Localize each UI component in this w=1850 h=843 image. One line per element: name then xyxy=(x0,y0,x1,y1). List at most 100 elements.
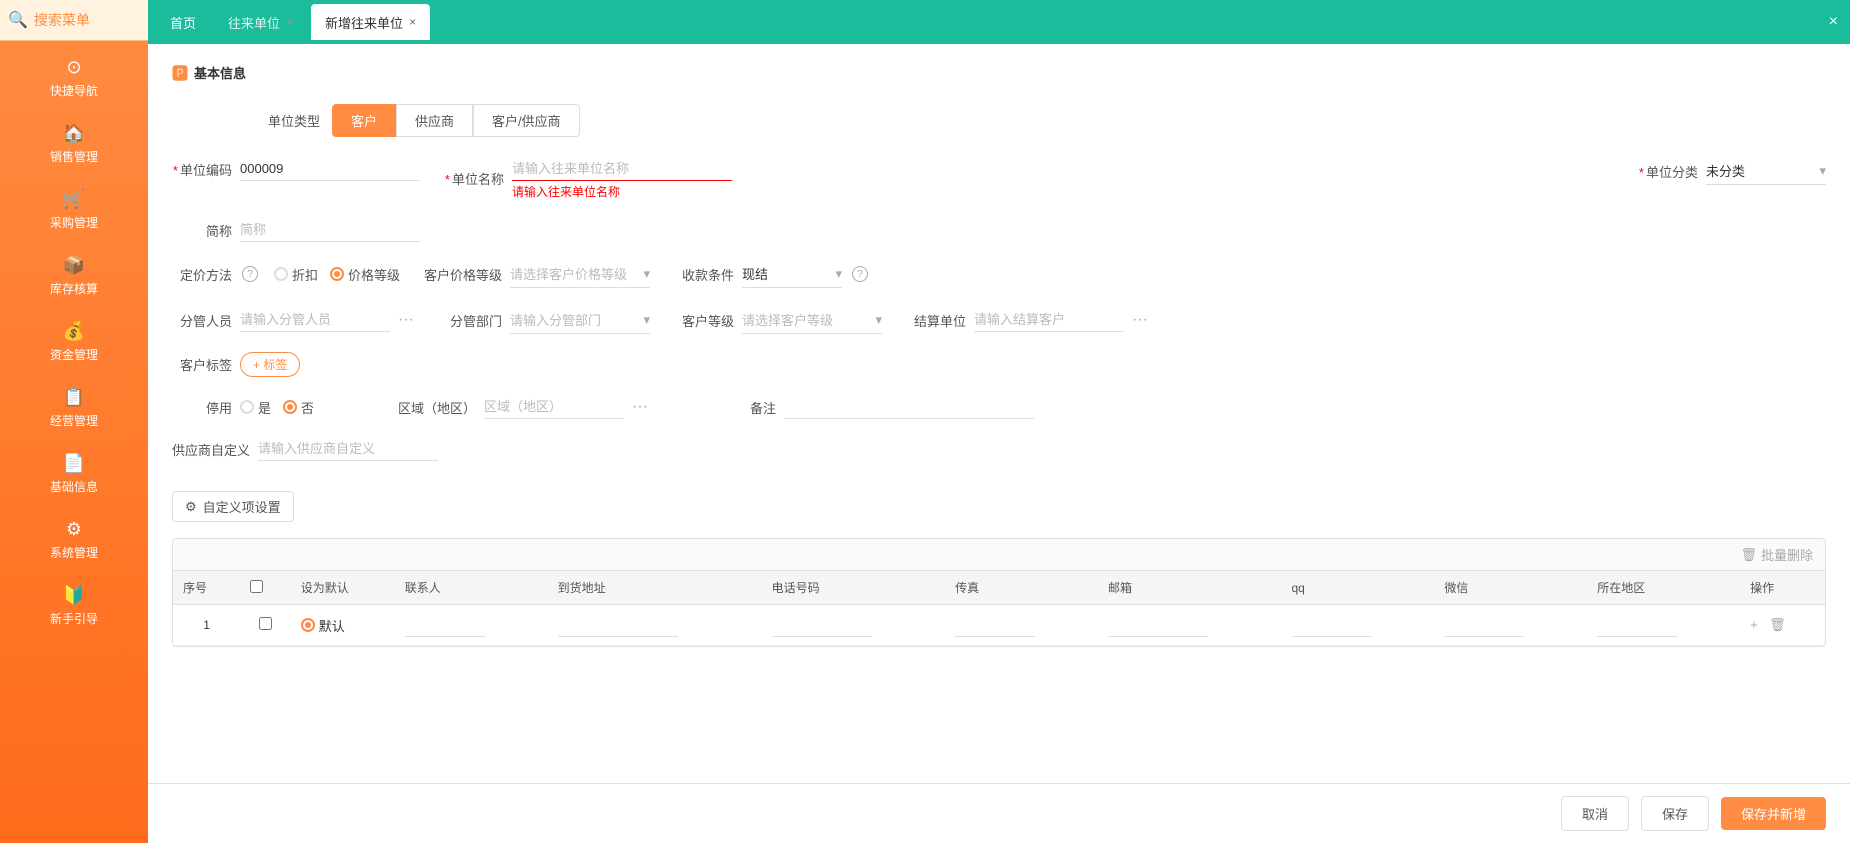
unit-code-input[interactable] xyxy=(240,157,420,181)
wechat-input[interactable] xyxy=(1444,613,1524,637)
disable-no-option[interactable]: 否 xyxy=(283,398,314,417)
sidebar-item-sales[interactable]: 🏠 销售管理 xyxy=(0,111,148,177)
close-all-tabs[interactable]: × xyxy=(1829,13,1838,31)
row-select-checkbox[interactable] xyxy=(259,617,272,630)
row-default-label: 默认 xyxy=(319,616,345,635)
col-wechat: 微信 xyxy=(1434,571,1587,605)
sidebar-item-system[interactable]: ⚙ 系统管理 xyxy=(0,507,148,573)
address-input[interactable] xyxy=(558,613,678,637)
row-address xyxy=(548,605,762,646)
manager-ellipsis[interactable]: ··· xyxy=(394,311,418,329)
department-placeholder[interactable]: 请输入分管部门 xyxy=(510,306,650,334)
pricing-grade-option[interactable]: 价格等级 xyxy=(330,265,400,284)
col-actions: 操作 xyxy=(1740,571,1825,605)
form-row-supplier-custom: 供应商自定义 xyxy=(172,437,1826,461)
email-input[interactable] xyxy=(1108,613,1208,637)
disable-no-radio[interactable] xyxy=(283,400,297,414)
phone-input[interactable] xyxy=(772,613,872,637)
save-new-button[interactable]: 保存并新增 xyxy=(1721,797,1826,830)
tab-home[interactable]: 首页 xyxy=(156,4,210,40)
unit-type-both[interactable]: 客户/供应商 xyxy=(473,104,580,137)
pricing-help-icon[interactable]: ? xyxy=(242,266,258,282)
sidebar-item-label: 系统管理 xyxy=(50,544,98,561)
field-supplier-custom: 供应商自定义 xyxy=(172,437,438,461)
sidebar-item-operations[interactable]: 📋 经营管理 xyxy=(0,375,148,441)
form-area: 🅿 基本信息 单位类型 客户 供应商 客户/供应商 单位编码 单位名称 请输入往… xyxy=(148,44,1850,783)
unit-name-input[interactable] xyxy=(512,157,732,181)
disable-yes-option[interactable]: 是 xyxy=(240,398,271,417)
unit-name-col: 请输入往来单位名称 xyxy=(512,157,732,200)
row-default-radio[interactable] xyxy=(301,618,315,632)
customer-price-level-placeholder[interactable]: 请选择客户价格等级 xyxy=(510,260,650,288)
sidebar-item-label: 基础信息 xyxy=(50,478,98,495)
short-name-label: 简称 xyxy=(172,221,232,240)
payment-terms-value[interactable]: 现结 xyxy=(742,260,842,288)
tab-counterpart[interactable]: 往来单位 × xyxy=(214,4,307,40)
delete-icon: 🗑 xyxy=(1740,547,1757,563)
row-actions: + 🗑 xyxy=(1740,605,1825,646)
settlement-input[interactable] xyxy=(974,308,1124,332)
region-ellipsis[interactable]: ··· xyxy=(628,398,652,416)
col-qq: qq xyxy=(1282,571,1435,605)
batch-delete-button[interactable]: 🗑 批量删除 xyxy=(1740,545,1813,564)
tab-new-counterpart[interactable]: 新增往来单位 × xyxy=(311,4,430,40)
location-input[interactable] xyxy=(1597,613,1677,637)
col-contact: 联系人 xyxy=(395,571,548,605)
form-row-disable: 停用 是 否 区域（地区） ··· xyxy=(172,395,1826,419)
sidebar-item-basic-info[interactable]: 📄 基础信息 xyxy=(0,441,148,507)
inventory-icon: 📦 xyxy=(63,255,85,276)
col-location: 所在地区 xyxy=(1587,571,1740,605)
unit-type-supplier[interactable]: 供应商 xyxy=(396,104,473,137)
search-menu-button[interactable]: 🔍 搜索菜单 xyxy=(0,0,148,41)
pricing-discount-option[interactable]: 折扣 xyxy=(274,265,318,284)
custom-settings-button[interactable]: ⚙ 自定义项设置 xyxy=(172,491,294,522)
field-settlement: 结算单位 ··· xyxy=(906,308,1152,332)
unit-category-value[interactable]: 未分类 xyxy=(1706,157,1826,185)
supplier-custom-input[interactable] xyxy=(258,437,438,461)
finance-icon: 💰 xyxy=(63,321,85,342)
contact-input[interactable] xyxy=(405,613,485,637)
settings-label: 自定义项设置 xyxy=(203,497,281,516)
unit-type-label: 单位类型 xyxy=(172,111,332,130)
disable-yes-radio[interactable] xyxy=(240,400,254,414)
purchase-icon: 🛒 xyxy=(63,189,85,210)
form-row-pricing: 定价方法 ? 折扣 价格等级 客户价格等级 请选择客户价格等级 xyxy=(172,260,1826,288)
pricing-discount-radio[interactable] xyxy=(274,267,288,281)
cancel-button[interactable]: 取消 xyxy=(1561,796,1629,831)
save-button[interactable]: 保存 xyxy=(1641,796,1709,831)
settlement-ellipsis[interactable]: ··· xyxy=(1128,311,1152,329)
add-row-icon[interactable]: + xyxy=(1750,617,1758,632)
sidebar-item-inventory[interactable]: 📦 库存核算 xyxy=(0,243,148,309)
field-manager: 分管人员 ··· xyxy=(172,308,418,332)
sales-icon: 🏠 xyxy=(63,123,85,144)
tab-counterpart-label: 往来单位 xyxy=(228,13,280,32)
pricing-grade-radio[interactable] xyxy=(330,267,344,281)
manager-input[interactable] xyxy=(240,308,390,332)
tab-counterpart-close[interactable]: × xyxy=(286,15,293,29)
delete-row-icon[interactable]: 🗑 xyxy=(1769,617,1786,632)
remark-input[interactable] xyxy=(784,395,1034,419)
payment-terms-help-icon[interactable]: ? xyxy=(852,266,868,282)
qq-input[interactable] xyxy=(1292,613,1372,637)
region-input[interactable] xyxy=(484,395,624,419)
unit-type-customer[interactable]: 客户 xyxy=(332,104,396,137)
basic-info-icon: 📄 xyxy=(63,453,85,474)
fax-input[interactable] xyxy=(955,613,1035,637)
form-row-tags: 客户标签 + 标签 xyxy=(172,352,1826,377)
field-unit-code: 单位编码 xyxy=(172,157,420,181)
sidebar-item-quick-nav[interactable]: ⊙ 快捷导航 xyxy=(0,45,148,111)
customer-level-placeholder[interactable]: 请选择客户等级 xyxy=(742,306,882,334)
short-name-input[interactable] xyxy=(240,218,420,242)
region-label: 区域（地区） xyxy=(398,398,476,417)
tab-new-counterpart-close[interactable]: × xyxy=(409,15,416,29)
settlement-input-wrapper: ··· xyxy=(974,308,1152,332)
field-unit-name: 单位名称 请输入往来单位名称 xyxy=(444,157,1614,200)
sidebar-item-purchase[interactable]: 🛒 采购管理 xyxy=(0,177,148,243)
select-all-checkbox[interactable] xyxy=(250,580,263,593)
unit-category-label: 单位分类 xyxy=(1638,162,1698,181)
tab-home-label: 首页 xyxy=(170,13,196,32)
sidebar-item-label: 采购管理 xyxy=(50,214,98,231)
sidebar-item-guide[interactable]: 🔰 新手引导 xyxy=(0,573,148,639)
sidebar-item-finance[interactable]: 💰 资金管理 xyxy=(0,309,148,375)
add-tag-button[interactable]: + 标签 xyxy=(240,352,300,377)
